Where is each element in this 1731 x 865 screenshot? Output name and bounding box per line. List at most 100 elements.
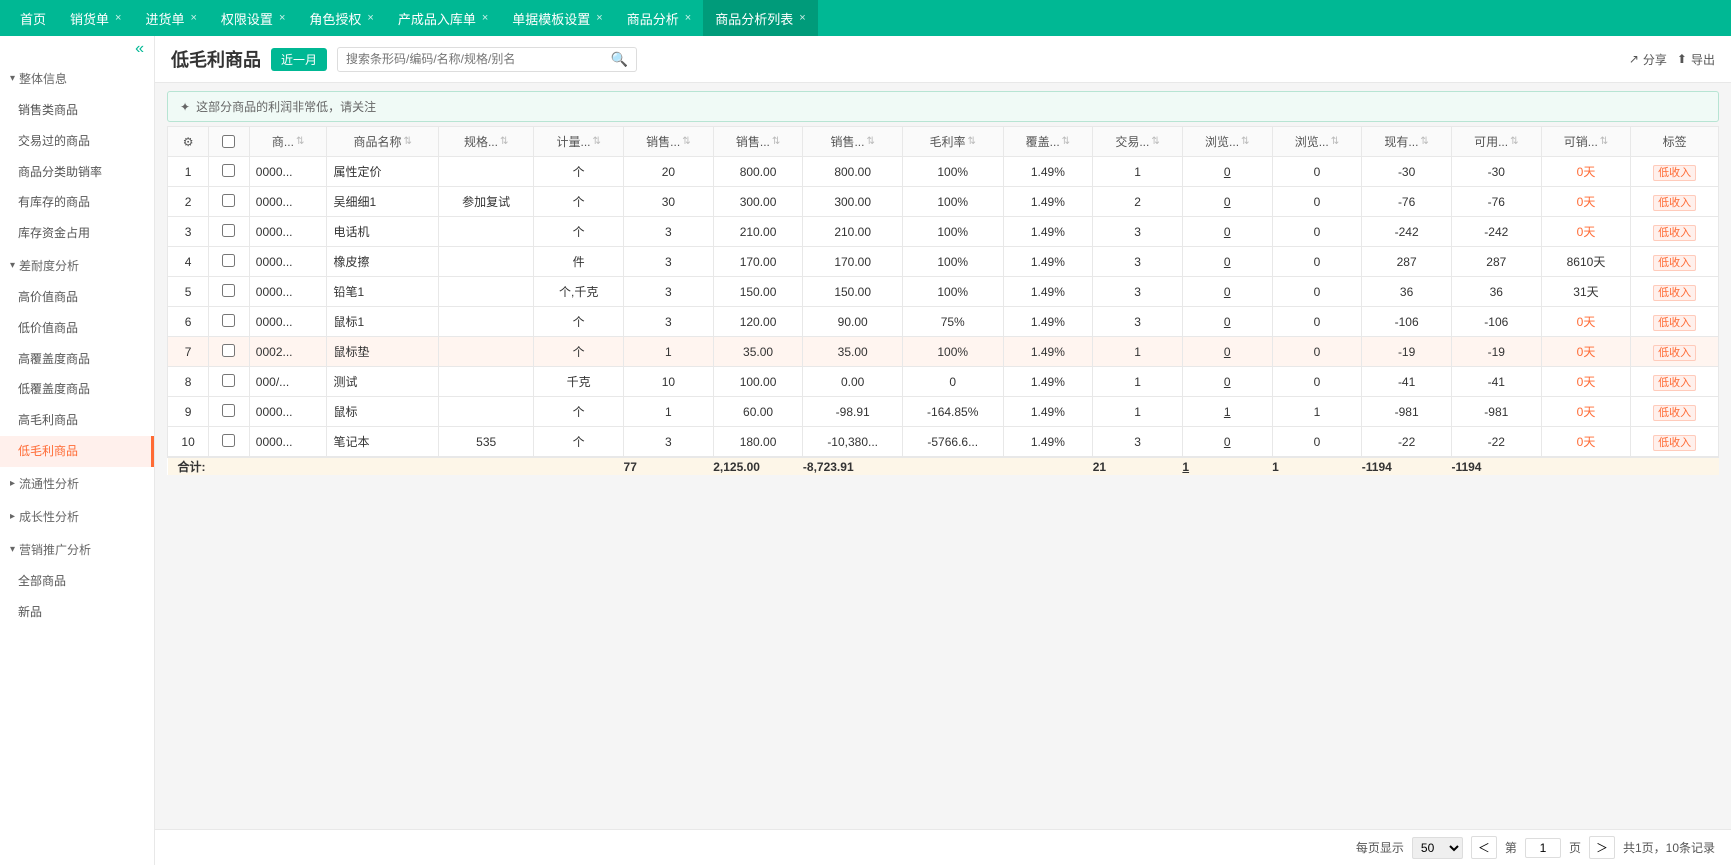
total-sale-price: 2,125.00: [713, 457, 803, 475]
nav-item-home[interactable]: 首页: [8, 0, 58, 36]
col-available[interactable]: 可用...⇅: [1451, 127, 1541, 157]
sidebar-item-low-coverage[interactable]: 低覆盖度商品: [0, 374, 154, 405]
col-view2[interactable]: 浏览...⇅: [1272, 127, 1362, 157]
row-view1[interactable]: 0: [1182, 157, 1272, 187]
col-settings[interactable]: ⚙: [168, 127, 209, 157]
sidebar-group-overview[interactable]: ▾ 整体信息: [0, 62, 154, 95]
row-checkbox[interactable]: [209, 277, 250, 307]
page-num-input[interactable]: [1525, 838, 1561, 858]
nav-item-purchase[interactable]: 进货单 ×: [133, 0, 208, 36]
next-page-btn[interactable]: ＞: [1589, 836, 1615, 859]
col-transaction[interactable]: 交易...⇅: [1093, 127, 1183, 157]
close-icon[interactable]: ×: [685, 12, 691, 24]
close-icon[interactable]: ×: [190, 12, 196, 24]
row-available: -22: [1451, 427, 1541, 458]
row-checkbox[interactable]: [209, 217, 250, 247]
share-btn[interactable]: ↗ 分享: [1629, 51, 1667, 68]
col-sale-qty[interactable]: 销售...⇅: [624, 127, 714, 157]
row-view1[interactable]: 0: [1182, 187, 1272, 217]
row-view1[interactable]: 0: [1182, 307, 1272, 337]
close-icon[interactable]: ×: [799, 12, 805, 24]
row-sale-qty: 3: [624, 427, 714, 458]
col-current-stock[interactable]: 现有...⇅: [1362, 127, 1452, 157]
search-input[interactable]: [346, 52, 606, 66]
close-icon[interactable]: ×: [279, 12, 285, 24]
col-unit[interactable]: 计量...⇅: [534, 127, 624, 157]
sidebar-item-low-margin[interactable]: 低毛利商品: [0, 436, 154, 467]
row-view1[interactable]: 0: [1182, 217, 1272, 247]
total-sale-qty: 77: [624, 457, 714, 475]
close-icon[interactable]: ×: [115, 12, 121, 24]
col-sale-amount[interactable]: 销售...⇅: [803, 127, 903, 157]
sidebar-item-category-sales[interactable]: 商品分类助销率: [0, 157, 154, 188]
sidebar-item-all-goods[interactable]: 全部商品: [0, 566, 154, 597]
row-checkbox[interactable]: [209, 157, 250, 187]
row-current-stock: -30: [1362, 157, 1452, 187]
col-view1[interactable]: 浏览...⇅: [1182, 127, 1272, 157]
sidebar-item-new-goods[interactable]: 新品: [0, 597, 154, 628]
row-checkbox[interactable]: [209, 247, 250, 277]
sidebar-item-high-margin[interactable]: 高毛利商品: [0, 405, 154, 436]
row-gross-margin: -164.85%: [902, 397, 1003, 427]
sidebar-group-flow[interactable]: ▸ 流通性分析: [0, 467, 154, 500]
sidebar-group-marketing[interactable]: ▾ 营销推广分析: [0, 533, 154, 566]
table-row: 2 0000... 吴细细1 参加复试 个 30 300.00 300.00 1…: [168, 187, 1719, 217]
col-name[interactable]: 商品名称⇅: [327, 127, 439, 157]
row-checkbox[interactable]: [209, 307, 250, 337]
row-coverage: 1.49%: [1003, 187, 1093, 217]
nav-item-analysis-list[interactable]: 商品分析列表 ×: [703, 0, 817, 36]
col-gross-margin[interactable]: 毛利率⇅: [902, 127, 1003, 157]
sidebar-collapse-btn[interactable]: «: [131, 40, 148, 58]
prev-page-btn[interactable]: ＜: [1471, 836, 1497, 859]
row-no: 4: [168, 247, 209, 277]
export-btn[interactable]: ⬆ 导出: [1677, 51, 1715, 68]
row-view1[interactable]: 0: [1182, 247, 1272, 277]
close-icon[interactable]: ×: [482, 12, 488, 24]
close-icon[interactable]: ×: [367, 12, 373, 24]
select-all-checkbox[interactable]: [222, 135, 235, 148]
sidebar-item-sales-goods[interactable]: 销售类商品: [0, 95, 154, 126]
row-current-stock: -242: [1362, 217, 1452, 247]
row-sale-qty: 1: [624, 397, 714, 427]
row-view1[interactable]: 0: [1182, 367, 1272, 397]
nav-item-template[interactable]: 单据模板设置 ×: [500, 0, 614, 36]
row-checkbox[interactable]: [209, 367, 250, 397]
col-code[interactable]: 商...⇅: [249, 127, 327, 157]
sidebar-group-growth[interactable]: ▸ 成长性分析: [0, 500, 154, 533]
col-sale-price[interactable]: 销售...⇅: [713, 127, 803, 157]
col-checkbox[interactable]: [209, 127, 250, 157]
sidebar-item-traded-goods[interactable]: 交易过的商品: [0, 126, 154, 157]
row-view1[interactable]: 0: [1182, 337, 1272, 367]
date-filter-btn[interactable]: 近一月: [271, 48, 327, 71]
row-checkbox[interactable]: [209, 397, 250, 427]
nav-item-sales[interactable]: 销货单 ×: [58, 0, 133, 36]
row-code: 000/...: [249, 367, 327, 397]
nav-item-finished[interactable]: 产成品入库单 ×: [386, 0, 500, 36]
row-unit: 个: [534, 187, 624, 217]
sidebar-item-high-coverage[interactable]: 高覆盖度商品: [0, 344, 154, 375]
sidebar-group-tolerance[interactable]: ▾ 差耐度分析: [0, 249, 154, 282]
page-suffix: 页: [1569, 839, 1581, 856]
col-spec[interactable]: 规格...⇅: [439, 127, 534, 157]
sidebar-item-low-value[interactable]: 低价值商品: [0, 313, 154, 344]
per-page-select[interactable]: 50 100 200: [1412, 837, 1463, 859]
close-icon[interactable]: ×: [596, 12, 602, 24]
col-coverage[interactable]: 覆盖...⇅: [1003, 127, 1093, 157]
nav-item-analysis[interactable]: 商品分析 ×: [615, 0, 703, 36]
row-checkbox[interactable]: [209, 427, 250, 458]
sidebar-item-stock-goods[interactable]: 有库存的商品: [0, 187, 154, 218]
nav-item-permissions[interactable]: 权限设置 ×: [209, 0, 297, 36]
row-view1[interactable]: 0: [1182, 277, 1272, 307]
search-icon[interactable]: 🔍: [611, 51, 628, 68]
nav-item-role[interactable]: 角色授权 ×: [297, 0, 385, 36]
row-checkbox[interactable]: [209, 187, 250, 217]
col-sellable[interactable]: 可销...⇅: [1541, 127, 1631, 157]
sidebar-item-high-value[interactable]: 高价值商品: [0, 282, 154, 313]
row-view1[interactable]: 1: [1182, 397, 1272, 427]
row-checkbox[interactable]: [209, 337, 250, 367]
sidebar-item-stock-capital[interactable]: 库存资金占用: [0, 218, 154, 249]
row-spec: 参加复试: [439, 187, 534, 217]
row-view1[interactable]: 0: [1182, 427, 1272, 458]
row-available: -41: [1451, 367, 1541, 397]
bottom-bar: 每页显示 50 100 200 ＜ 第 页 ＞ 共1页，10条记录: [155, 829, 1731, 865]
